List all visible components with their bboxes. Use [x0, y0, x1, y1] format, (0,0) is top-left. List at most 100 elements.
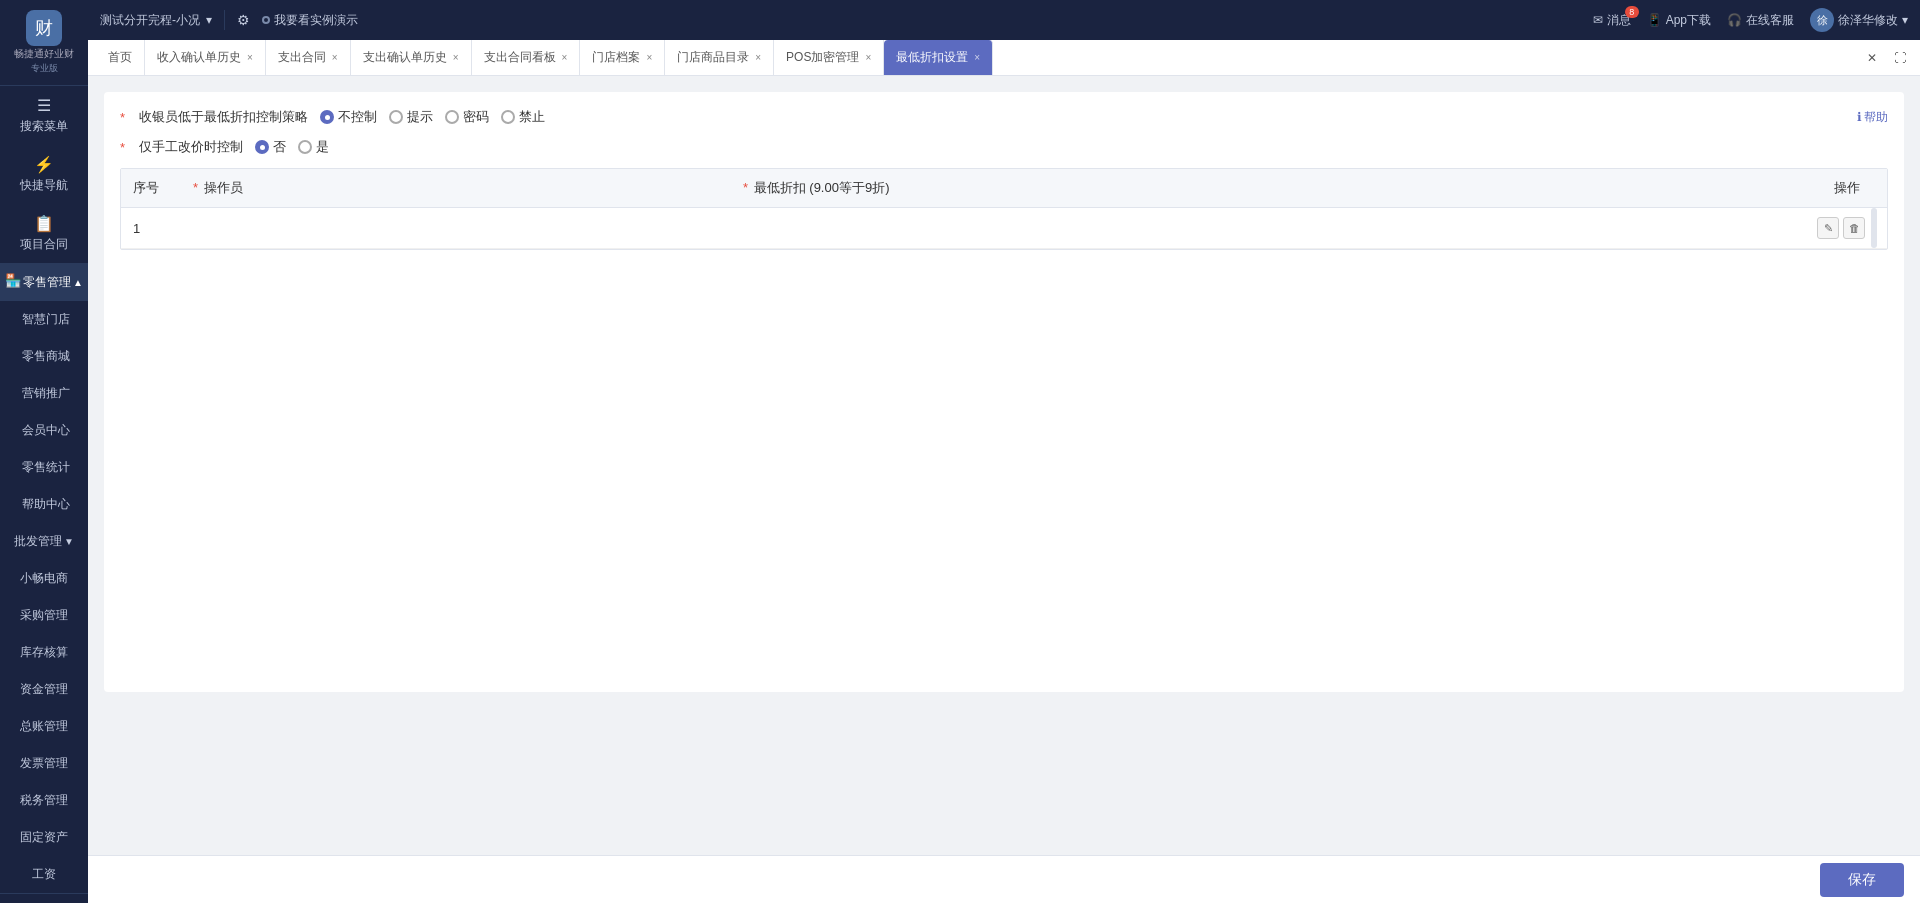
td-operator-1 — [181, 220, 731, 236]
sidebar-item-purchase[interactable]: 采购管理 — [0, 597, 88, 634]
tab-expense-contract-close[interactable]: × — [332, 52, 338, 63]
radio-password-input[interactable] — [445, 110, 459, 124]
radio-password[interactable]: 密码 — [445, 108, 489, 126]
invoice-label: 发票管理 — [20, 755, 68, 772]
sidebar-item-tax[interactable]: 税务管理 — [0, 782, 88, 819]
sidebar-logo: 财 畅捷通好业财 专业版 — [0, 0, 88, 86]
seq-header-label: 序号 — [133, 180, 159, 195]
tab-close-btn[interactable]: ✕ — [1860, 46, 1884, 70]
save-button[interactable]: 保存 — [1820, 863, 1904, 897]
sidebar-item-help[interactable]: 帮助中心 — [0, 486, 88, 523]
sidebar-item-search[interactable]: ☰ 搜索菜单 — [0, 86, 88, 145]
tab-pos-encrypt-label: POS加密管理 — [786, 49, 859, 66]
arrow-down-icon: ▼ — [64, 536, 74, 547]
tab-store-catalog-close[interactable]: × — [755, 52, 761, 63]
sidebar-item-invoice[interactable]: 发票管理 — [0, 745, 88, 782]
sidebar-item-ecommerce[interactable]: 小畅电商 — [0, 560, 88, 597]
tab-income-history-label: 收入确认单历史 — [157, 49, 241, 66]
demo-btn[interactable]: 我要看实例演示 — [262, 12, 358, 29]
user-area[interactable]: 徐 徐泽华修改 ▾ — [1810, 8, 1908, 32]
phone-icon: 📱 — [1647, 13, 1662, 27]
tab-expense-board[interactable]: 支出合同看板 × — [472, 40, 581, 76]
th-operator: * 操作员 — [181, 169, 731, 207]
message-btn[interactable]: ✉ 消息 8 — [1593, 12, 1631, 29]
edit-row-btn[interactable]: ✎ — [1817, 217, 1839, 239]
help-button[interactable]: ℹ 帮助 — [1857, 109, 1888, 126]
tab-store-files[interactable]: 门店档案 × — [580, 40, 665, 76]
discount-required-mark: * — [743, 180, 748, 195]
cashier-radio-group: 不控制 提示 密码 禁止 — [320, 108, 545, 126]
tab-store-catalog-label: 门店商品目录 — [677, 49, 749, 66]
sidebar-item-fixed-asset[interactable]: 固定资产 — [0, 819, 88, 856]
radio-forbid[interactable]: 禁止 — [501, 108, 545, 126]
sidebar-item-ledger[interactable]: 总账管理 — [0, 708, 88, 745]
manual-control-row: * 仅手工改价时控制 否 是 — [120, 138, 1888, 156]
tab-min-discount[interactable]: 最低折扣设置 × — [884, 40, 993, 76]
capital-label: 资金管理 — [20, 681, 68, 698]
tabbar: 首页 收入确认单历史 × 支出合同 × 支出确认单历史 × 支出合同看板 × 门… — [88, 40, 1920, 76]
tabbar-controls: ✕ ⛶ — [1860, 46, 1912, 70]
radio-prompt[interactable]: 提示 — [389, 108, 433, 126]
avatar: 徐 — [1810, 8, 1834, 32]
sidebar-item-project[interactable]: 📋 项目合同 — [0, 204, 88, 263]
headset-icon: 🎧 — [1727, 13, 1742, 27]
project-selector[interactable]: 测试分开完程-小况 ▾ — [100, 12, 212, 29]
sidebar-item-retail-stats[interactable]: 零售统计 — [0, 449, 88, 486]
tab-home[interactable]: 首页 — [96, 40, 145, 76]
sidebar-item-retail[interactable]: 🏪 零售管理 ▲ — [0, 263, 88, 301]
fixed-asset-label: 固定资产 — [20, 829, 68, 846]
radio-no-input[interactable] — [255, 140, 269, 154]
table-header: 序号 * 操作员 * 最低折扣 (9.00等于9折) 操作 — [121, 169, 1887, 208]
radio-prompt-label: 提示 — [407, 108, 433, 126]
radio-no-control-input[interactable] — [320, 110, 334, 124]
radio-yes-label: 是 — [316, 138, 329, 156]
sidebar-item-capital[interactable]: 资金管理 — [0, 671, 88, 708]
radio-forbid-input[interactable] — [501, 110, 515, 124]
edition-label: 专业版 — [31, 62, 58, 75]
ledger-label: 总账管理 — [20, 718, 68, 735]
arrow-icon: ▲ — [73, 277, 83, 288]
online-service-btn[interactable]: 🎧 在线客服 — [1727, 12, 1794, 29]
sidebar-item-nav[interactable]: ⚡ 快捷导航 — [0, 145, 88, 204]
sidebar-item-smart-store[interactable]: 智慧门店 — [0, 301, 88, 338]
radio-yes[interactable]: 是 — [298, 138, 329, 156]
footer: 保存 — [88, 855, 1920, 903]
radio-forbid-label: 禁止 — [519, 108, 545, 126]
tab-pos-encrypt-close[interactable]: × — [865, 52, 871, 63]
tab-min-discount-close[interactable]: × — [974, 52, 980, 63]
topbar-settings-btn[interactable]: ⚙ — [237, 12, 250, 28]
tab-pos-encrypt[interactable]: POS加密管理 × — [774, 40, 884, 76]
sidebar-item-member[interactable]: 会员中心 — [0, 412, 88, 449]
radio-prompt-input[interactable] — [389, 110, 403, 124]
sidebar-item-retail-mall[interactable]: 零售商城 — [0, 338, 88, 375]
tab-expense-contract-label: 支出合同 — [278, 49, 326, 66]
sidebar-item-marketing[interactable]: 营销推广 — [0, 375, 88, 412]
sidebar-item-wholesale[interactable]: 批发管理 ▼ — [0, 523, 88, 560]
operator-header-label: 操作员 — [204, 180, 243, 195]
th-seq: 序号 — [121, 169, 181, 207]
tab-expand-btn[interactable]: ⛶ — [1888, 46, 1912, 70]
tab-expense-history-close[interactable]: × — [453, 52, 459, 63]
tab-store-files-close[interactable]: × — [646, 52, 652, 63]
tab-expense-contract[interactable]: 支出合同 × — [266, 40, 351, 76]
app-download-btn[interactable]: 📱 App下载 — [1647, 12, 1711, 29]
delete-row-btn[interactable]: 🗑 — [1843, 217, 1865, 239]
tab-income-history-close[interactable]: × — [247, 52, 253, 63]
tab-expense-history[interactable]: 支出确认单历史 × — [351, 40, 472, 76]
app-download-label: App下载 — [1666, 12, 1711, 29]
main-area: 测试分开完程-小况 ▾ ⚙ 我要看实例演示 ✉ 消息 8 📱 App下载 🎧 在… — [88, 0, 1920, 903]
user-name: 徐泽华修改 — [1838, 12, 1898, 29]
radio-no-control[interactable]: 不控制 — [320, 108, 377, 126]
th-action: 操作 — [1807, 169, 1887, 207]
tab-min-discount-label: 最低折扣设置 — [896, 49, 968, 66]
radio-yes-input[interactable] — [298, 140, 312, 154]
cashier-control-label: 收银员低于最低折扣控制策略 — [139, 108, 308, 126]
sidebar-item-salary[interactable]: 工资 — [0, 856, 88, 893]
radio-no-label: 否 — [273, 138, 286, 156]
tab-income-history[interactable]: 收入确认单历史 × — [145, 40, 266, 76]
tab-store-catalog[interactable]: 门店商品目录 × — [665, 40, 774, 76]
sidebar-item-inventory[interactable]: 库存核算 — [0, 634, 88, 671]
tab-expense-board-close[interactable]: × — [562, 52, 568, 63]
radio-no[interactable]: 否 — [255, 138, 286, 156]
marketing-label: 营销推广 — [22, 385, 70, 402]
